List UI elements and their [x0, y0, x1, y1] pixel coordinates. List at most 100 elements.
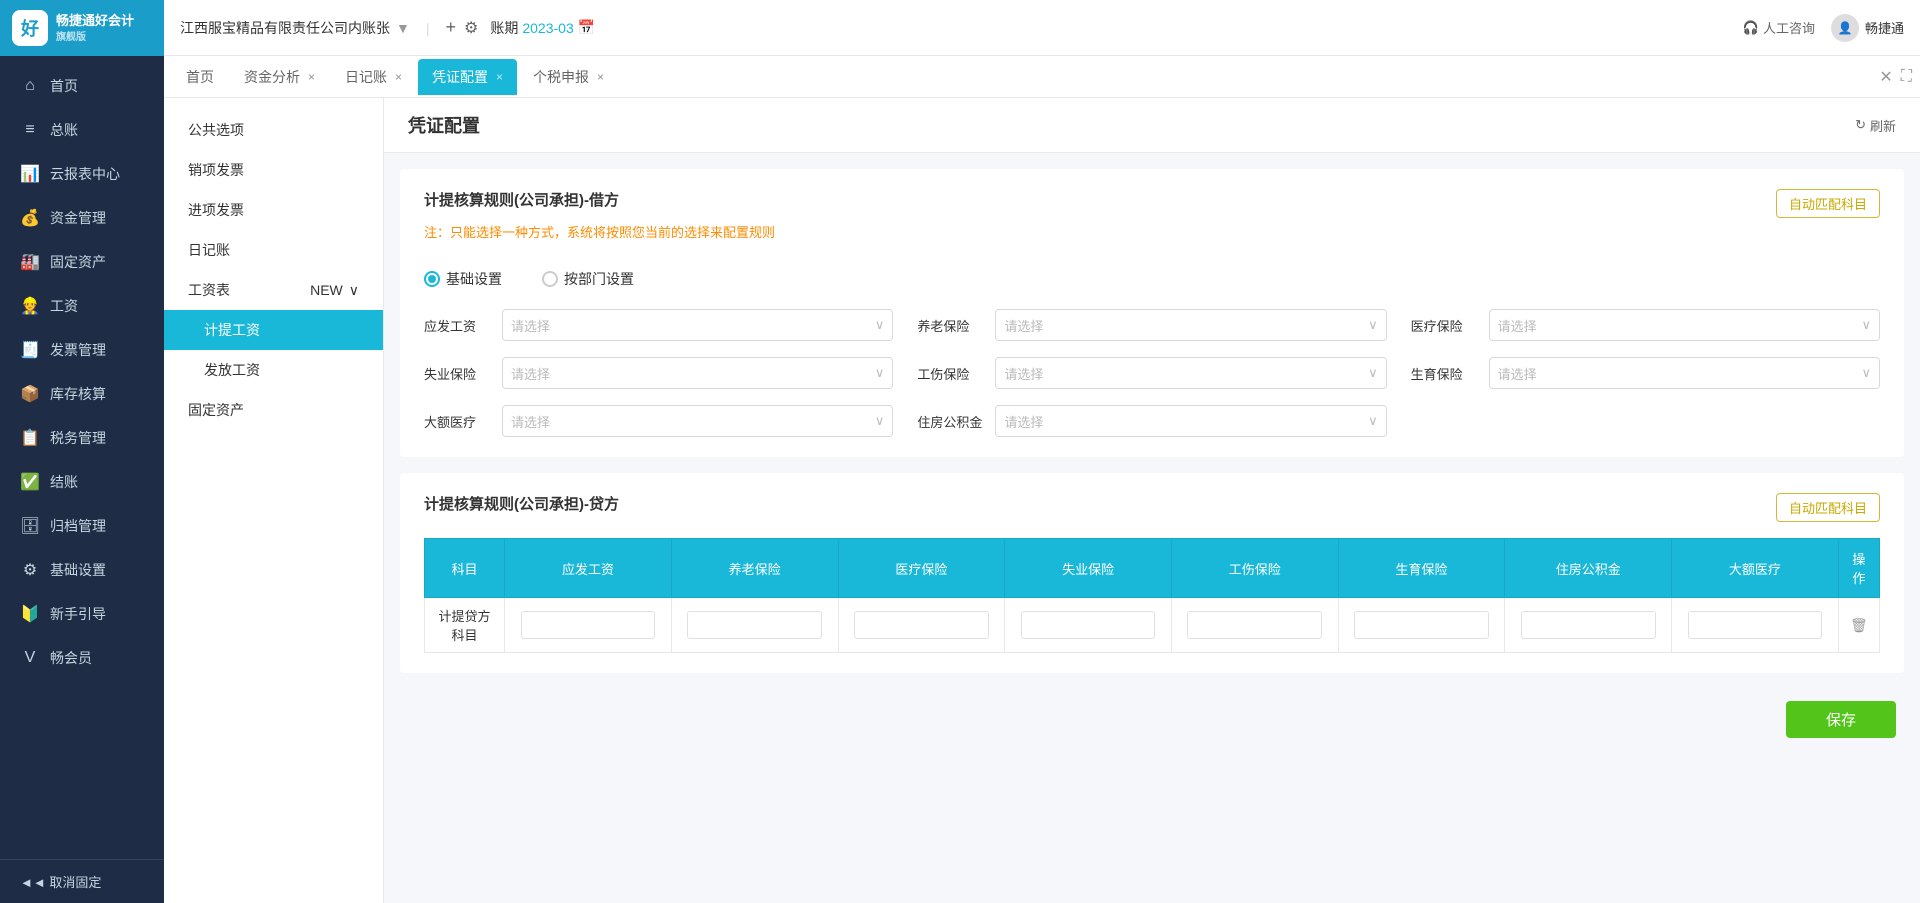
save-button[interactable]: 保存: [1786, 701, 1896, 738]
sidebar-item-label: 库存核算: [50, 384, 106, 404]
field-gross-salary: 应发工资 请选择 ∨: [424, 309, 893, 341]
form-grid-row3: 大额医疗 请选择 ∨ 住房公积金 请选择 ∨: [424, 405, 1880, 437]
label-medical: 医疗保险: [1411, 316, 1481, 335]
sidebar-item-home[interactable]: ⌂ 首页: [0, 64, 164, 108]
sidebar-item-settle[interactable]: ✅ 结账: [0, 460, 164, 504]
sidebar: 好 畅捷通好会计 旗舰版 ⌂ 首页 ≡ 总账 📊 云报表中心 💰 资金管理 🏭 …: [0, 0, 164, 903]
auto-match-debit-button[interactable]: 自动匹配科目: [1776, 189, 1880, 218]
company-name: 江西服宝精品有限责任公司内账张: [180, 18, 390, 38]
sidebar-item-inventory[interactable]: 📦 库存核算: [0, 372, 164, 416]
select-major-medical[interactable]: 请选择 ∨: [502, 405, 893, 437]
page-content: 公共选项 销项发票 进项发票 日记账 工资表 NEW ∨ 计提工资: [164, 98, 1920, 903]
menu-group-label: 工资表: [188, 280, 230, 300]
period-selector[interactable]: 账期 2023-03 📅: [490, 18, 595, 38]
input-unemployment[interactable]: [1021, 611, 1156, 639]
select-maternity[interactable]: 请选择 ∨: [1489, 357, 1880, 389]
select-unemployment[interactable]: 请选择 ∨: [502, 357, 893, 389]
refresh-button[interactable]: ↻ 刷新: [1855, 116, 1896, 135]
tax-icon: 📋: [20, 428, 40, 448]
sidebar-item-settings[interactable]: ⚙ 基础设置: [0, 548, 164, 592]
input-work-injury[interactable]: [1187, 611, 1322, 639]
sidebar-item-label: 固定资产: [50, 252, 106, 272]
input-housing[interactable]: [1521, 611, 1656, 639]
col-housing: 住房公积金: [1505, 539, 1672, 598]
save-bar: 保存: [384, 689, 1920, 750]
menu-item-sales-invoice[interactable]: 销项发票: [164, 150, 383, 190]
fullscreen-icon[interactable]: ⛶: [1901, 68, 1912, 86]
menu-group-payroll[interactable]: 工资表 NEW ∨: [164, 270, 383, 310]
tab-funds[interactable]: 资金分析 ×: [230, 59, 329, 95]
service-button[interactable]: 🎧 人工咨询: [1743, 18, 1815, 37]
user-menu[interactable]: 👤 畅捷通: [1831, 14, 1904, 42]
main-area: 江西服宝精品有限责任公司内账张 ▼ | + ⚙ 账期 2023-03 📅 🎧 人…: [164, 0, 1920, 903]
sidebar-item-label: 归档管理: [50, 516, 106, 536]
sidebar-item-label: 基础设置: [50, 560, 106, 580]
menu-sub-accrue-salary[interactable]: 计提工资: [164, 310, 383, 350]
close-all-icon[interactable]: ✕: [1879, 67, 1892, 87]
sidebar-item-guide[interactable]: 🔰 新手引导: [0, 592, 164, 636]
select-placeholder: 请选择: [1004, 412, 1043, 431]
radio-basic[interactable]: 基础设置: [424, 269, 502, 289]
archive-icon: 🗄: [20, 516, 40, 536]
select-medical[interactable]: 请选择 ∨: [1489, 309, 1880, 341]
close-funds-tab[interactable]: ×: [308, 70, 315, 84]
sidebar-item-invoice[interactable]: 🧾 发票管理: [0, 328, 164, 372]
auto-match-credit-button[interactable]: 自动匹配科目: [1776, 493, 1880, 522]
headset-icon: 🎧: [1743, 20, 1759, 36]
menu-sub-pay-salary[interactable]: 发放工资: [164, 350, 383, 390]
sidebar-item-vip[interactable]: V 畅会员: [0, 636, 164, 680]
radio-basic-circle: [424, 271, 440, 287]
close-tax-tab[interactable]: ×: [597, 70, 604, 84]
add-button[interactable]: +: [446, 17, 457, 38]
sidebar-item-reports[interactable]: 📊 云报表中心: [0, 152, 164, 196]
section-credit: 计提核算规则(公司承担)-贷方 自动匹配科目 科目 应发工资 养老保险 医疗保险…: [400, 473, 1904, 673]
logo-sub: 旗舰版: [56, 28, 134, 43]
select-housing-fund[interactable]: 请选择 ∨: [995, 405, 1386, 437]
settings-button[interactable]: ⚙: [464, 18, 478, 38]
select-work-injury[interactable]: 请选择 ∨: [995, 357, 1386, 389]
sidebar-item-assets[interactable]: 🏭 固定资产: [0, 240, 164, 284]
menu-item-fixed-assets[interactable]: 固定资产: [164, 390, 383, 430]
sidebar-item-archive[interactable]: 🗄 归档管理: [0, 504, 164, 548]
radio-dept-circle: [542, 271, 558, 287]
input-major-med[interactable]: [1688, 611, 1823, 639]
select-gross-salary[interactable]: 请选择 ∨: [502, 309, 893, 341]
menu-label: 公共选项: [188, 122, 244, 138]
tab-journal[interactable]: 日记账 ×: [331, 59, 416, 95]
tab-home[interactable]: 首页: [172, 59, 228, 95]
topbar-divider: |: [426, 20, 430, 36]
sidebar-item-label: 发票管理: [50, 340, 106, 360]
company-selector[interactable]: 江西服宝精品有限责任公司内账张 ▼: [180, 18, 410, 38]
menu-item-purchase-invoice[interactable]: 进项发票: [164, 190, 383, 230]
menu-item-public[interactable]: 公共选项: [164, 110, 383, 150]
tab-tax[interactable]: 个税申报 ×: [519, 59, 618, 95]
label-gross-salary: 应发工资: [424, 316, 494, 335]
sidebar-nav: ⌂ 首页 ≡ 总账 📊 云报表中心 💰 资金管理 🏭 固定资产 👷 工资 🧾 发…: [0, 56, 164, 859]
section-note: 注：只能选择一种方式，系统将按照您当前的选择来配置规则: [424, 222, 775, 241]
sidebar-item-ledger[interactable]: ≡ 总账: [0, 108, 164, 152]
input-gross[interactable]: [521, 611, 656, 639]
tab-voucher[interactable]: 凭证配置 ×: [418, 59, 517, 95]
sidebar-unpin[interactable]: ◄◄ 取消固定: [0, 859, 164, 903]
label-work-injury: 工伤保险: [917, 364, 987, 383]
input-medical[interactable]: [854, 611, 989, 639]
radio-department[interactable]: 按部门设置: [542, 269, 634, 289]
close-journal-tab[interactable]: ×: [395, 70, 402, 84]
input-pension[interactable]: [687, 611, 822, 639]
close-voucher-tab[interactable]: ×: [496, 70, 503, 84]
select-placeholder: 请选择: [511, 316, 550, 335]
field-medical: 医疗保险 请选择 ∨: [1411, 309, 1880, 341]
cell-pension: [671, 598, 838, 653]
cell-major-med: [1672, 598, 1839, 653]
select-pension[interactable]: 请选择 ∨: [995, 309, 1386, 341]
sidebar-item-funds[interactable]: 💰 资金管理: [0, 196, 164, 240]
delete-row-button[interactable]: 🗑: [1850, 617, 1868, 633]
sidebar-item-tax[interactable]: 📋 税务管理: [0, 416, 164, 460]
chevron-down-icon: ∨: [1368, 365, 1378, 381]
input-maternity[interactable]: [1354, 611, 1489, 639]
menu-item-journal[interactable]: 日记账: [164, 230, 383, 270]
sidebar-item-label: 云报表中心: [50, 164, 120, 184]
sidebar-item-salary[interactable]: 👷 工资: [0, 284, 164, 328]
form-grid-row2: 失业保险 请选择 ∨ 工伤保险 请选择 ∨ 生育: [424, 357, 1880, 389]
refresh-label: 刷新: [1870, 116, 1896, 135]
